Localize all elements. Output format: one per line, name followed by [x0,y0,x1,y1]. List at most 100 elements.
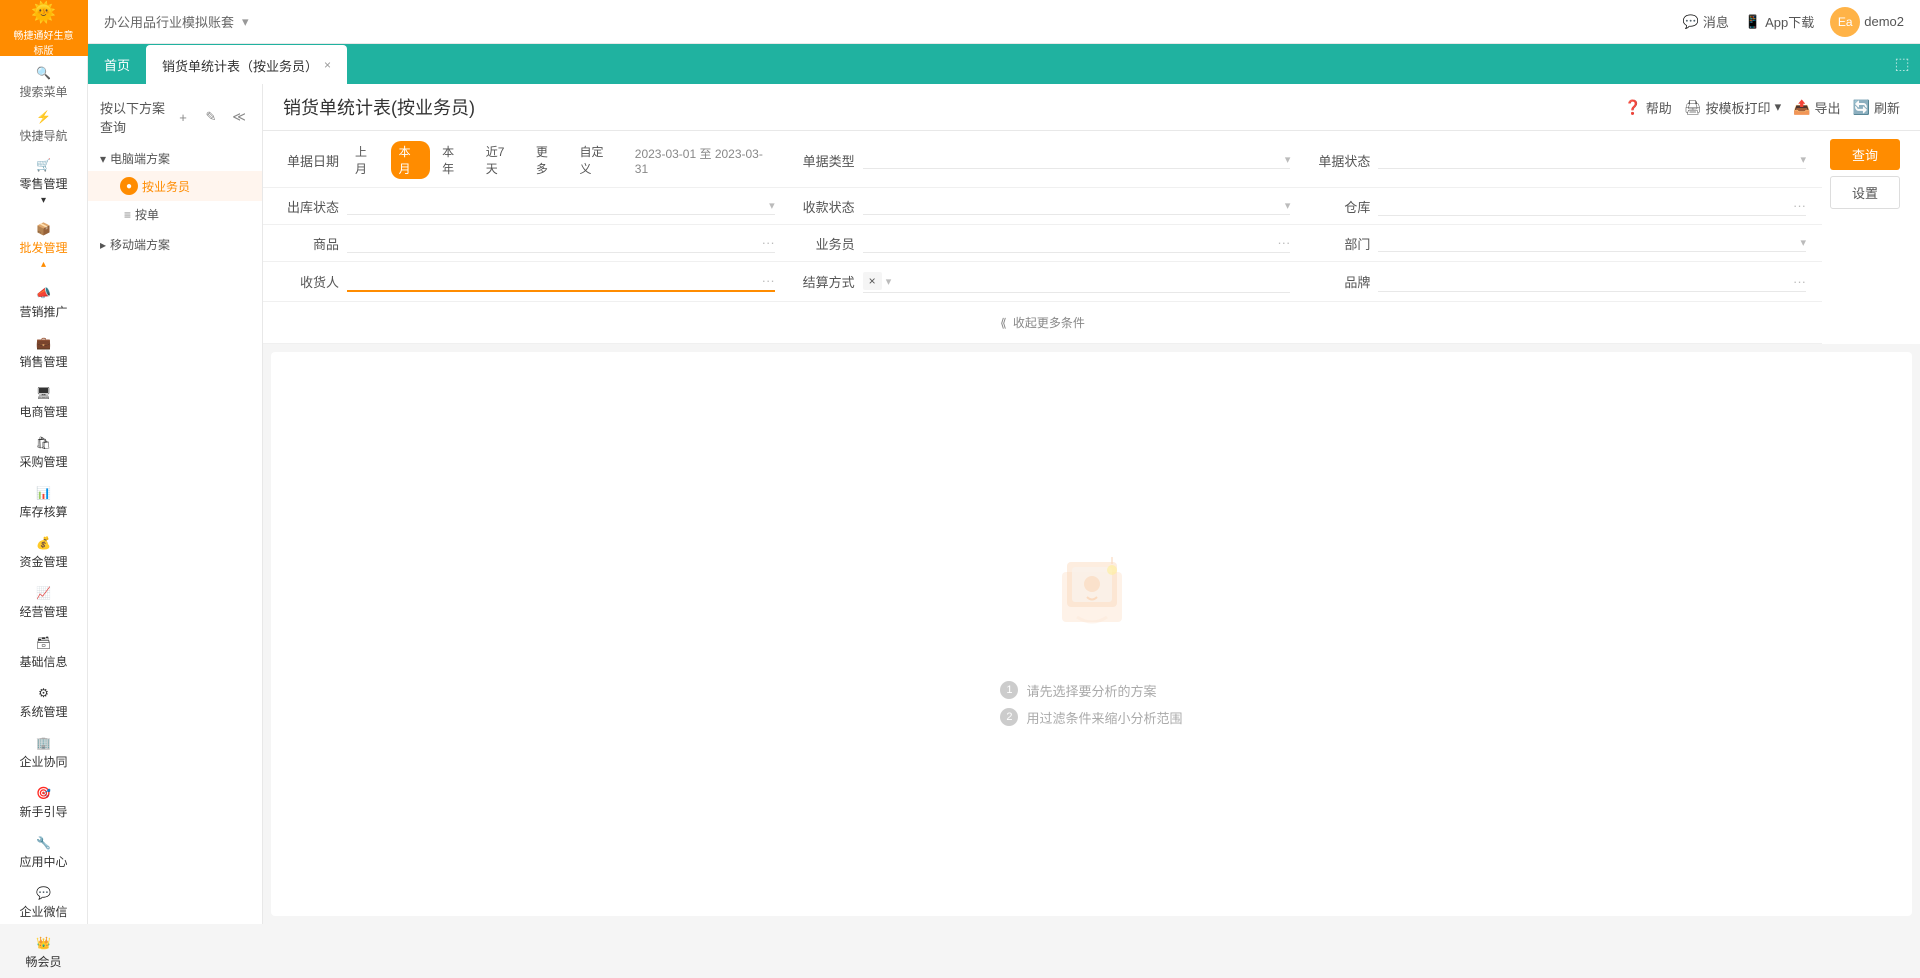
date-btn-this-year[interactable]: 本年 [434,141,474,179]
sidebar-item-sales[interactable]: 💼 销售管理 [0,328,88,378]
receipt-status-select[interactable]: ▾ [863,197,1291,215]
scheme-item-by-salesperson[interactable]: ● 按业务员 [88,171,262,201]
empty-state-icon [1042,542,1142,661]
basic-icon: 🗃 [36,636,51,650]
sidebar-item-purchase[interactable]: 🛍 采购管理 [0,428,88,478]
sidebar-item-inventory-label: 库存核算 [19,503,67,520]
header-app-download-btn[interactable]: 📱 App下载 [1745,12,1814,31]
collapse-panel-btn[interactable]: ≪ [228,106,250,128]
doc-status-select[interactable]: ▾ [1378,151,1806,169]
empty-tip-2-text: 用过滤条件来缩小分析范围 [1026,708,1182,727]
sidebar-item-marketing[interactable]: 📣 营销推广 [0,278,88,328]
member-icon: 👑 [36,936,51,950]
sidebar-item-wholesale-label: 批发管理 [19,239,67,256]
desktop-scheme-group-title[interactable]: ▾ 电脑端方案 [88,146,262,171]
edit-scheme-btn[interactable]: ✎ [200,106,222,128]
finance-icon: 💰 [36,536,51,550]
header-message-btn[interactable]: 💬 消息 [1683,12,1729,31]
sidebar-item-basic[interactable]: 🗃 基础信息 [0,628,88,678]
print-btn[interactable]: 🖨 按模板打印 ▾ [1684,98,1781,117]
settlement-tag-close[interactable]: × [869,274,876,288]
warehouse-select[interactable]: ··· [1378,196,1806,216]
sidebar-item-system[interactable]: ⚙ 系统管理 [0,678,88,728]
app-logo[interactable]: 🌞 畅捷通好生意 标版 [0,0,88,56]
sidebar-item-enterprise[interactable]: 🏢 企业协同 [0,728,88,778]
settlement-tag: × [863,272,882,290]
sidebar-item-inventory[interactable]: 📊 库存核算 [0,478,88,528]
sidebar-item-newbie[interactable]: 🎯 新手引导 [0,778,88,828]
help-icon: ❓ [1624,99,1641,116]
sidebar-item-operation[interactable]: 📈 经营管理 [0,578,88,628]
tip-num-2: 2 [1000,708,1018,726]
date-btn-more[interactable]: 更多 [528,141,568,179]
date-btn-this-month[interactable]: 本月 [391,141,431,179]
page-title: 销货单统计表(按业务员) [283,94,475,130]
desktop-scheme-group-label: 电脑端方案 [110,150,170,167]
goods-ellipsis-icon: ··· [762,235,775,250]
scheme-item-by-order[interactable]: ≡ 按单 [88,201,262,228]
print-label: 按模板打印 [1706,98,1771,117]
sidebar-item-wechat[interactable]: 💬 企业微信 [0,878,88,928]
collapse-filters-btn[interactable]: ⟪ 收起更多条件 [1000,308,1085,337]
sidebar-item-member[interactable]: 👑 畅会员 [0,928,88,978]
help-btn[interactable]: ❓ 帮助 [1624,98,1671,117]
receipt-status-label: 收款状态 [795,197,855,216]
goods-label: 商品 [279,234,339,253]
filter-actions-row: 单据日期 上月 本月 本年 近7天 更多 自定义 2023-03-01 至 20… [263,131,1920,344]
sidebar-item-sales-label: 销售管理 [19,353,67,370]
tab-maximize-btn[interactable]: ⬚ [1892,54,1912,74]
brand-label: 品牌 [1310,272,1370,291]
dept-select[interactable]: ▾ [1378,234,1806,252]
out-status-select[interactable]: ▾ [347,197,775,215]
sidebar-item-appstore-label: 应用中心 [19,853,67,870]
header-message-label: 消息 [1703,12,1729,31]
export-btn[interactable]: 📤 导出 [1793,98,1840,117]
tab-close-icon[interactable]: × [324,58,331,72]
collapse-chevron-icon: ⟪ [1000,316,1007,330]
date-btn-custom[interactable]: 自定义 [571,141,622,179]
settlement-chevron-icon[interactable]: ▾ [886,275,892,288]
date-btn-last-month[interactable]: 上月 [347,141,387,179]
sidebar-item-retail[interactable]: 🛒 零售管理 ▾ [0,150,88,214]
salesperson-select[interactable]: ··· [863,233,1291,253]
brand-select[interactable]: ··· [1378,272,1806,292]
sidebar-quick-nav[interactable]: ⚡ 快捷导航 [0,104,87,146]
header-right-area: 💬 消息 📱 App下载 Ea demo2 [1683,7,1904,37]
query-button[interactable]: 查询 [1830,139,1900,170]
add-scheme-btn[interactable]: + [172,106,194,128]
sidebar-item-operation-label: 经营管理 [19,603,67,620]
goods-select[interactable]: ··· [347,233,775,253]
search-icon: 🔍 [36,66,51,80]
sidebar-item-basic-label: 基础信息 [19,653,67,670]
doc-type-chevron-icon: ▾ [1285,153,1291,166]
mobile-scheme-group-title[interactable]: ▸ 移动端方案 [88,232,262,257]
header-user-area[interactable]: Ea demo2 [1830,7,1904,37]
message-icon: 💬 [1683,14,1699,30]
tab-home-label: 首页 [104,55,130,74]
purchase-icon: 🛍 [36,436,51,450]
consignee-input[interactable]: ··· [347,271,775,292]
sidebar-item-ecommerce[interactable]: 🖥 电商管理 [0,378,88,428]
sidebar-item-appstore[interactable]: 🔧 应用中心 [0,828,88,878]
tab-sales-stat[interactable]: 销货单统计表（按业务员） × [146,45,347,85]
out-status-chevron-icon: ▾ [769,199,775,212]
refresh-btn[interactable]: 🔄 刷新 [1853,98,1900,117]
settings-button[interactable]: 设置 [1830,176,1900,209]
date-btn-last-7-days[interactable]: 近7天 [478,141,524,179]
logo-icon: 🌞 [31,0,56,25]
print-dropdown-icon[interactable]: ▾ [1775,99,1782,115]
date-label: 单据日期 [279,151,339,170]
sidebar-item-wholesale[interactable]: 📦 批发管理 ▴ [0,214,88,278]
tab-home[interactable]: 首页 [88,44,146,84]
desktop-scheme-group: ▾ 电脑端方案 ● 按业务员 ≡ 按单 [88,146,262,228]
salesperson-ellipsis-icon: ··· [1277,235,1290,250]
wechat-icon: 💬 [36,886,51,900]
newbie-icon: 🎯 [36,786,51,800]
sidebar-item-finance[interactable]: 💰 资金管理 [0,528,88,578]
header-dropdown-icon[interactable]: ▾ [242,14,249,30]
page-header: 销货单统计表(按业务员) ❓ 帮助 🖨 按模板打印 ▾ 📤 导出 [263,84,1920,131]
sidebar-search[interactable]: 🔍 搜索菜单 [0,56,87,104]
doc-type-select[interactable]: ▾ [863,151,1291,169]
dept-label: 部门 [1310,234,1370,253]
settlement-select[interactable]: × ▾ [863,270,1291,293]
